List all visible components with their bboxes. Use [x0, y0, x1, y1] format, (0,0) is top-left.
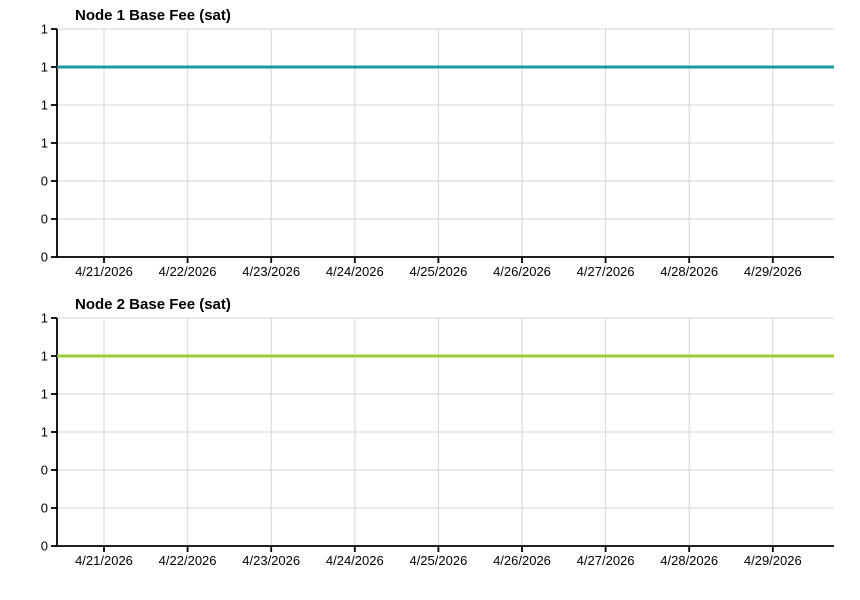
- y-tick-label: 1: [41, 98, 48, 113]
- x-tick-label: 4/23/2026: [242, 553, 300, 568]
- x-tick-label: 4/25/2026: [409, 264, 467, 279]
- y-tick-label: 1: [41, 136, 48, 151]
- x-tick-label: 4/21/2026: [75, 553, 133, 568]
- x-tick-label: 4/22/2026: [159, 264, 217, 279]
- y-tick-label: 1: [41, 349, 48, 364]
- chart-title: Node 1 Base Fee (sat): [75, 7, 231, 24]
- x-tick-label: 4/23/2026: [242, 264, 300, 279]
- x-tick-label: 4/22/2026: [159, 553, 217, 568]
- x-tick-label: 4/29/2026: [744, 264, 802, 279]
- y-tick-label: 0: [41, 501, 48, 516]
- y-tick-label: 0: [41, 174, 48, 189]
- y-tick-label: 0: [41, 463, 48, 478]
- y-tick-label: 0: [41, 539, 48, 554]
- x-tick-label: 4/25/2026: [409, 553, 467, 568]
- y-tick-label: 0: [41, 250, 48, 265]
- x-tick-label: 4/24/2026: [326, 553, 384, 568]
- chart-title: Node 2 Base Fee (sat): [75, 296, 231, 313]
- x-tick-label: 4/28/2026: [660, 553, 718, 568]
- x-tick-label: 4/24/2026: [326, 264, 384, 279]
- x-tick-label: 4/26/2026: [493, 553, 551, 568]
- x-tick-label: 4/27/2026: [577, 553, 635, 568]
- y-tick-label: 0: [41, 212, 48, 227]
- y-tick-label: 1: [41, 22, 48, 37]
- chart-node-1-base-fee: 1 1 1 1 0 0 0 4/21/2026 4/22/2026 4/23/2026 4/24/2…: [0, 0, 860, 289]
- x-tick-label: 4/28/2026: [660, 264, 718, 279]
- chart-node-2-base-fee: 1 1 1 1 0 0 0 4/21/2026 4/22/2026 4/23/2026 4/24/2…: [0, 289, 860, 578]
- chart-canvas: 1 1 1 1 0 0 0 4/21/2026 4/22/2026 4/23/2026 4/24/2…: [41, 7, 834, 279]
- x-tick-label: 4/21/2026: [75, 264, 133, 279]
- x-tick-label: 4/26/2026: [493, 264, 551, 279]
- y-tick-label: 1: [41, 387, 48, 402]
- chart-canvas: 1 1 1 1 0 0 0 4/21/2026 4/22/2026 4/23/2026 4/24/2…: [41, 296, 834, 568]
- x-tick-label: 4/27/2026: [577, 264, 635, 279]
- y-tick-label: 1: [41, 60, 48, 75]
- y-tick-label: 1: [41, 311, 48, 326]
- base-fee-charts-page: 1 1 1 1 0 0 0 4/21/2026 4/22/2026 4/23/2026 4/24/2…: [0, 0, 860, 600]
- y-tick-label: 1: [41, 425, 48, 440]
- x-tick-label: 4/29/2026: [744, 553, 802, 568]
